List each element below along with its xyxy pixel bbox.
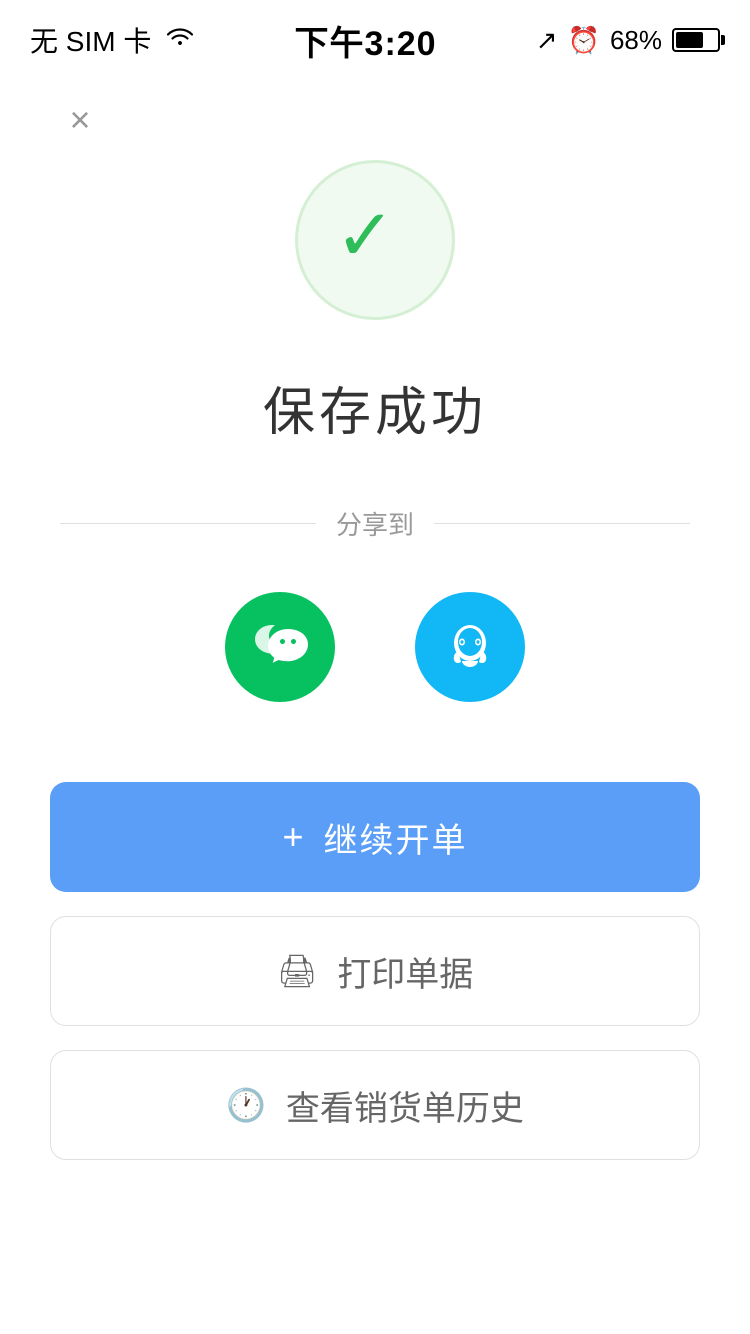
share-label: 分享到 [316,505,434,542]
status-bar: 无 SIM 卡 下午3:20 ↗ ⏰ 68% [0,0,750,80]
history-label: 查看销货单历史 [286,1081,524,1130]
print-icon: 🖨 [277,952,318,990]
print-label: 打印单据 [337,947,473,996]
close-icon: × [69,99,90,141]
continue-label: 继续开单 [324,813,468,862]
location-icon: ↗ [536,25,558,56]
divider-right [434,523,690,524]
battery-percent: 68% [610,25,662,56]
success-title: 保存成功 [263,370,487,445]
qq-icon [438,615,502,679]
continue-icon: + [282,816,303,858]
status-time: 下午3:20 [295,16,437,65]
checkmark-icon [335,210,415,270]
share-icons [225,592,525,702]
divider-left [60,523,316,524]
history-button[interactable]: 🕐 查看销货单历史 [50,1050,700,1160]
status-right: ↗ ⏰ 68% [536,25,720,56]
action-buttons: + 继续开单 🖨 打印单据 🕐 查看销货单历史 [0,782,750,1160]
share-divider: 分享到 [0,505,750,542]
wechat-share-button[interactable] [225,592,335,702]
main-content: 保存成功 分享到 [0,80,750,1160]
status-left: 无 SIM 卡 [30,20,195,60]
continue-button[interactable]: + 继续开单 [50,782,700,892]
success-circle [295,160,455,320]
print-button[interactable]: 🖨 打印单据 [50,916,700,1026]
wechat-icon [248,615,312,679]
close-button[interactable]: × [50,90,110,150]
history-icon: 🕐 [226,1086,266,1124]
battery-icon [672,28,720,52]
alarm-icon: ⏰ [568,25,600,56]
wifi-icon [165,25,195,56]
qq-share-button[interactable] [415,592,525,702]
no-sim-label: 无 SIM 卡 [30,20,151,60]
